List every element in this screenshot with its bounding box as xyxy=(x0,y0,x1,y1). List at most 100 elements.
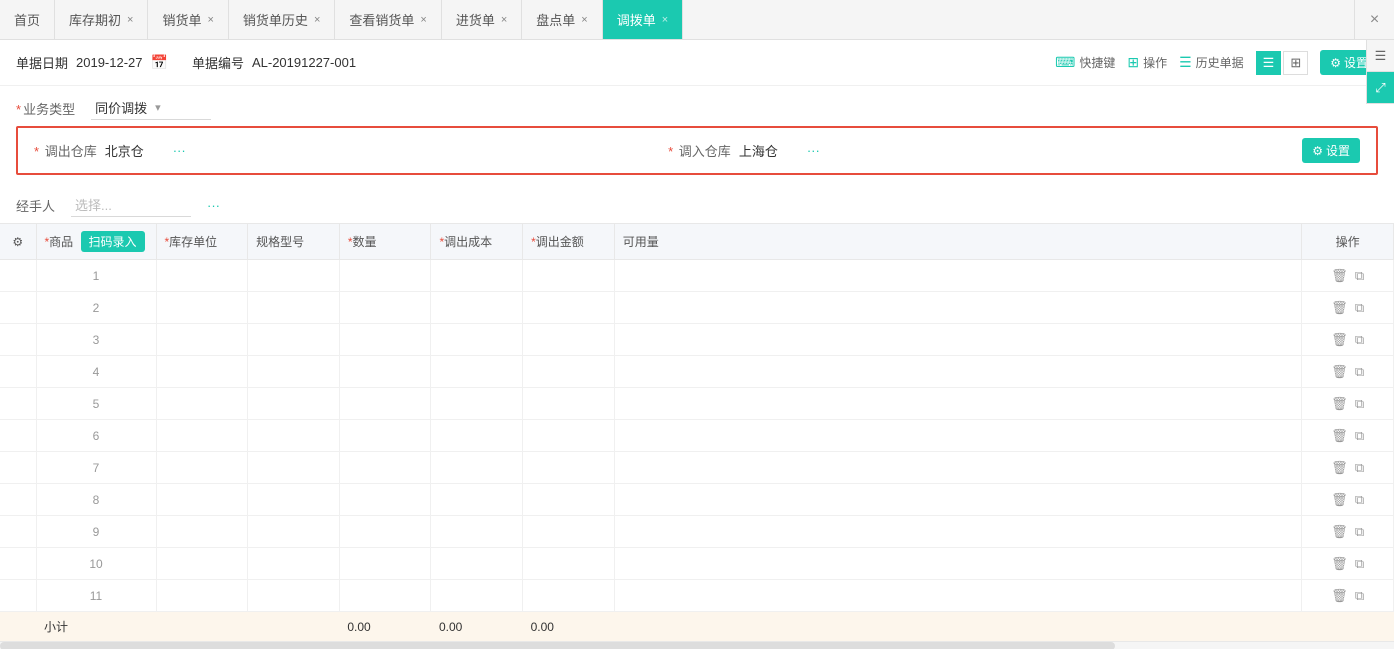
copy-icon-7[interactable]: ⧉ xyxy=(1355,460,1364,475)
row-unit-8[interactable] xyxy=(156,484,248,516)
delete-icon-2[interactable]: 🗑 xyxy=(1331,300,1348,315)
row-amount-5[interactable] xyxy=(523,388,615,420)
tab-view-sales[interactable]: 查看销货单 × xyxy=(335,0,441,39)
row-cost-4[interactable] xyxy=(431,356,523,388)
row-qty-8[interactable] xyxy=(339,484,431,516)
history-action[interactable]: ☰ 历史单据 xyxy=(1179,54,1244,71)
row-cost-5[interactable] xyxy=(431,388,523,420)
row-unit-5[interactable] xyxy=(156,388,248,420)
row-cost-11[interactable] xyxy=(431,580,523,612)
row-amount-10[interactable] xyxy=(523,548,615,580)
copy-icon-4[interactable]: ⧉ xyxy=(1355,364,1364,379)
row-unit-3[interactable] xyxy=(156,324,248,356)
delete-icon-3[interactable]: 🗑 xyxy=(1331,332,1348,347)
side-tool-list[interactable]: ☰ xyxy=(1367,40,1394,72)
row-unit-4[interactable] xyxy=(156,356,248,388)
warehouse-in-more-btn[interactable]: ··· xyxy=(807,143,820,158)
row-amount-4[interactable] xyxy=(523,356,615,388)
row-unit-11[interactable] xyxy=(156,580,248,612)
row-amount-3[interactable] xyxy=(523,324,615,356)
section-settings-button[interactable]: ⚙ 设置 xyxy=(1302,138,1360,163)
tab-home[interactable]: 首页 xyxy=(0,0,55,39)
operations-action[interactable]: ⊞ 操作 xyxy=(1127,54,1167,71)
tab-stocktake-close[interactable]: × xyxy=(581,14,587,26)
row-available-11[interactable] xyxy=(614,580,1302,612)
delete-icon-6[interactable]: 🗑 xyxy=(1331,428,1348,443)
handler-more-btn[interactable]: ··· xyxy=(207,198,220,213)
row-cost-9[interactable] xyxy=(431,516,523,548)
row-available-9[interactable] xyxy=(614,516,1302,548)
delete-icon-5[interactable]: 🗑 xyxy=(1331,396,1348,411)
row-amount-8[interactable] xyxy=(523,484,615,516)
side-tool-external[interactable]: ⤢ xyxy=(1367,72,1394,104)
row-spec-11[interactable] xyxy=(248,580,340,612)
row-spec-1[interactable] xyxy=(248,260,340,292)
row-cost-2[interactable] xyxy=(431,292,523,324)
row-available-10[interactable] xyxy=(614,548,1302,580)
row-amount-7[interactable] xyxy=(523,452,615,484)
delete-icon-10[interactable]: 🗑 xyxy=(1331,556,1348,571)
row-cost-1[interactable] xyxy=(431,260,523,292)
copy-icon-8[interactable]: ⧉ xyxy=(1355,492,1364,507)
row-cost-7[interactable] xyxy=(431,452,523,484)
row-cost-10[interactable] xyxy=(431,548,523,580)
row-available-6[interactable] xyxy=(614,420,1302,452)
tab-sales-history-close[interactable]: × xyxy=(314,14,320,26)
row-spec-5[interactable] xyxy=(248,388,340,420)
row-qty-4[interactable] xyxy=(339,356,431,388)
delete-icon-4[interactable]: 🗑 xyxy=(1331,364,1348,379)
row-qty-2[interactable] xyxy=(339,292,431,324)
row-qty-3[interactable] xyxy=(339,324,431,356)
row-unit-7[interactable] xyxy=(156,452,248,484)
row-spec-2[interactable] xyxy=(248,292,340,324)
tab-transfer[interactable]: 调拨单 × xyxy=(603,0,683,39)
row-spec-8[interactable] xyxy=(248,484,340,516)
row-spec-10[interactable] xyxy=(248,548,340,580)
row-qty-11[interactable] xyxy=(339,580,431,612)
horizontal-scrollbar[interactable] xyxy=(0,641,1394,649)
row-spec-9[interactable] xyxy=(248,516,340,548)
row-amount-6[interactable] xyxy=(523,420,615,452)
delete-icon-8[interactable]: 🗑 xyxy=(1331,492,1348,507)
col-gear[interactable]: ⚙ xyxy=(0,224,36,260)
copy-icon-11[interactable]: ⧉ xyxy=(1355,588,1364,603)
copy-icon-2[interactable]: ⧉ xyxy=(1355,300,1364,315)
row-qty-7[interactable] xyxy=(339,452,431,484)
delete-icon-11[interactable]: 🗑 xyxy=(1331,588,1348,603)
tab-stocktake[interactable]: 盘点单 × xyxy=(522,0,602,39)
copy-icon-10[interactable]: ⧉ xyxy=(1355,556,1364,571)
copy-icon-9[interactable]: ⧉ xyxy=(1355,524,1364,539)
row-qty-1[interactable] xyxy=(339,260,431,292)
row-available-2[interactable] xyxy=(614,292,1302,324)
tab-purchase-order-close[interactable]: × xyxy=(501,14,507,26)
tab-sales-history[interactable]: 销货单历史 × xyxy=(229,0,335,39)
tab-view-sales-close[interactable]: × xyxy=(420,14,426,26)
copy-icon-5[interactable]: ⧉ xyxy=(1355,396,1364,411)
copy-icon-6[interactable]: ⧉ xyxy=(1355,428,1364,443)
row-unit-10[interactable] xyxy=(156,548,248,580)
row-unit-6[interactable] xyxy=(156,420,248,452)
row-available-4[interactable] xyxy=(614,356,1302,388)
row-cost-6[interactable] xyxy=(431,420,523,452)
copy-icon-3[interactable]: ⧉ xyxy=(1355,332,1364,347)
tab-inventory-init-close[interactable]: × xyxy=(127,14,133,26)
row-cost-8[interactable] xyxy=(431,484,523,516)
calendar-icon[interactable]: 📅 xyxy=(151,54,168,71)
delete-icon-1[interactable]: 🗑 xyxy=(1331,268,1348,283)
scan-enter-btn[interactable]: 扫码录入 xyxy=(81,231,145,252)
scrollbar-thumb[interactable] xyxy=(0,642,1115,649)
row-unit-1[interactable] xyxy=(156,260,248,292)
delete-icon-7[interactable]: 🗑 xyxy=(1331,460,1348,475)
tab-transfer-close[interactable]: × xyxy=(662,14,668,26)
grid-view-btn[interactable]: ⊞ xyxy=(1283,51,1308,75)
row-spec-7[interactable] xyxy=(248,452,340,484)
row-spec-4[interactable] xyxy=(248,356,340,388)
row-qty-9[interactable] xyxy=(339,516,431,548)
row-available-3[interactable] xyxy=(614,324,1302,356)
row-unit-2[interactable] xyxy=(156,292,248,324)
row-available-7[interactable] xyxy=(614,452,1302,484)
row-qty-5[interactable] xyxy=(339,388,431,420)
row-spec-3[interactable] xyxy=(248,324,340,356)
list-view-btn[interactable]: ☰ xyxy=(1256,51,1282,75)
handler-select[interactable]: 选择... xyxy=(71,193,191,217)
